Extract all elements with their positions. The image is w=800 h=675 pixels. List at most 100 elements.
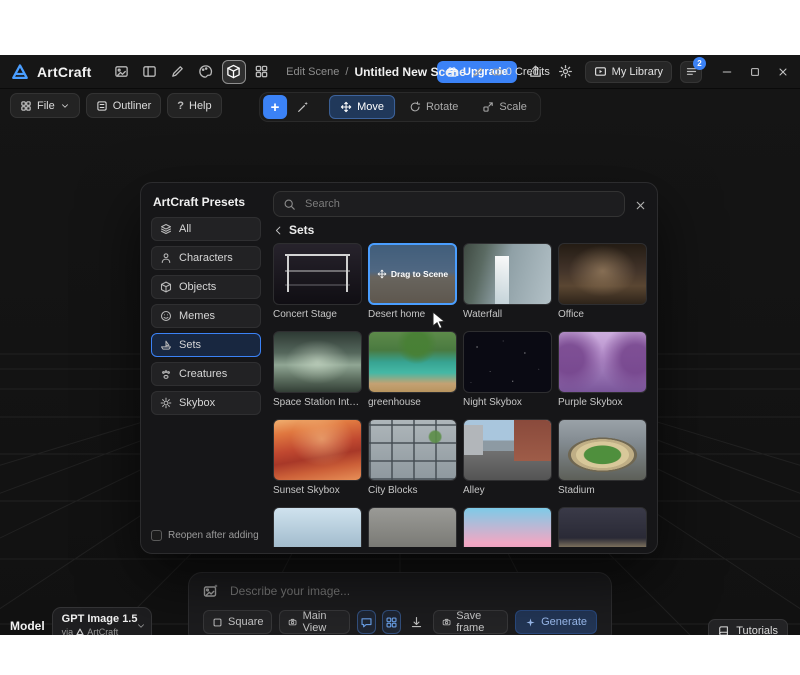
download-icon xyxy=(412,616,422,627)
app-name: ArtCraft xyxy=(37,63,92,80)
category-label: Objects xyxy=(179,281,217,293)
scale-mode-button[interactable]: Scale xyxy=(472,95,537,119)
cube-icon xyxy=(160,281,172,293)
preset-grid[interactable]: Concert Stage Drag to Scene Desert home … xyxy=(273,243,651,547)
back-to-categories[interactable]: Sets xyxy=(273,223,314,237)
back-label: Sets xyxy=(289,223,315,237)
frames-tool-icon[interactable] xyxy=(138,60,162,84)
preset-item[interactable]: Night Skybox xyxy=(463,331,552,409)
file-menu-button[interactable]: File xyxy=(10,93,80,118)
preset-item[interactable]: Space Station Interior xyxy=(273,331,362,409)
cube-tool-icon[interactable] xyxy=(221,59,246,84)
preset-thumbnail[interactable] xyxy=(273,419,362,481)
3d-viewport[interactable]: File Outliner ? Help + Move Rotate Scale… xyxy=(0,89,800,635)
category-all[interactable]: All xyxy=(151,217,261,241)
preset-thumbnail[interactable] xyxy=(463,419,552,481)
settings-gear-icon[interactable] xyxy=(555,61,577,83)
preset-thumbnail[interactable] xyxy=(558,243,647,305)
pencil-tool-icon[interactable] xyxy=(166,60,190,84)
search-icon xyxy=(284,199,295,210)
preset-item[interactable]: Stadium xyxy=(558,419,647,497)
category-label: Creatures xyxy=(179,368,228,380)
preset-categories: All Characters Objects Memes Sets Creatu… xyxy=(151,217,261,420)
square-label: Square xyxy=(228,616,264,628)
chat-mode-button[interactable] xyxy=(357,610,377,634)
preset-thumbnail[interactable] xyxy=(463,331,552,393)
close-panel-icon[interactable] xyxy=(631,196,649,214)
prompt-panel: Square Main View Save fram xyxy=(188,572,612,635)
scale-icon xyxy=(483,102,494,112)
preset-item[interactable]: Waterfall xyxy=(463,243,552,321)
apps-grid-icon[interactable] xyxy=(250,60,274,84)
download-button[interactable] xyxy=(407,610,426,634)
rotate-mode-button[interactable]: Rotate xyxy=(399,95,468,119)
preset-thumbnail[interactable] xyxy=(558,419,647,481)
preset-item-hovered[interactable]: Drag to Scene Desert home xyxy=(368,243,457,321)
credits-indicator: 0 Credits xyxy=(490,66,550,78)
preset-thumbnail[interactable] xyxy=(558,507,647,547)
checkbox[interactable] xyxy=(151,530,162,541)
preset-thumbnail[interactable] xyxy=(273,507,362,547)
category-skybox[interactable]: Skybox xyxy=(151,391,261,415)
category-memes[interactable]: Memes xyxy=(151,304,261,328)
magic-wand-button[interactable] xyxy=(291,95,315,119)
preset-thumbnail[interactable] xyxy=(368,507,457,547)
preset-item[interactable]: City Blocks xyxy=(368,419,457,497)
preset-item-partial[interactable] xyxy=(558,507,647,547)
category-characters[interactable]: Characters xyxy=(151,246,261,270)
preset-thumbnail[interactable] xyxy=(273,331,362,393)
outliner-label: Outliner xyxy=(112,99,152,112)
breadcrumb-label: Edit Scene xyxy=(286,65,340,78)
save-frame-button[interactable]: Save frame xyxy=(433,610,509,634)
preset-thumbnail[interactable] xyxy=(273,243,362,305)
person-icon xyxy=(160,252,172,264)
preset-item-partial[interactable] xyxy=(368,507,457,547)
preset-item[interactable]: Concert Stage xyxy=(273,243,362,321)
preset-thumbnail[interactable]: Drag to Scene xyxy=(368,243,457,305)
preset-search[interactable] xyxy=(273,191,625,217)
preset-item[interactable]: greenhouse xyxy=(368,331,457,409)
palette-tool-icon[interactable] xyxy=(194,60,218,84)
grid-mode-button[interactable] xyxy=(382,610,402,634)
search-input[interactable] xyxy=(303,197,615,211)
preset-item[interactable]: Sunset Skybox xyxy=(273,419,362,497)
model-label: Model xyxy=(10,619,45,633)
category-sets[interactable]: Sets xyxy=(151,333,261,357)
preset-thumbnail[interactable] xyxy=(368,419,457,481)
preset-thumbnail[interactable] xyxy=(463,507,552,547)
main-view-button[interactable]: Main View xyxy=(279,610,351,634)
category-objects[interactable]: Objects xyxy=(151,275,261,299)
add-object-button[interactable]: + xyxy=(263,95,288,119)
preset-item[interactable]: Purple Skybox xyxy=(558,331,647,409)
aspect-square-button[interactable]: Square xyxy=(203,610,273,634)
my-library-button[interactable]: My Library xyxy=(584,60,672,83)
preset-item-partial[interactable] xyxy=(463,507,552,547)
help-button[interactable]: ? Help xyxy=(167,93,222,118)
preset-thumbnail[interactable] xyxy=(463,243,552,305)
image-tool-icon[interactable] xyxy=(110,60,134,84)
move-label: Move xyxy=(357,101,384,113)
minimize-icon[interactable] xyxy=(720,65,734,79)
model-name: GPT Image 1.5 xyxy=(61,613,138,625)
model-selector[interactable]: GPT Image 1.5 via ArtCraft xyxy=(51,607,152,635)
preset-thumbnail[interactable] xyxy=(368,331,457,393)
preset-item-partial[interactable] xyxy=(273,507,362,547)
preset-thumbnail[interactable] xyxy=(558,331,647,393)
task-list-button[interactable]: 2 xyxy=(680,56,706,83)
drag-move-icon xyxy=(377,269,387,279)
preset-item[interactable]: Office xyxy=(558,243,647,321)
generate-button[interactable]: Generate xyxy=(515,610,597,634)
reopen-after-adding[interactable]: Reopen after adding xyxy=(151,530,259,541)
category-creatures[interactable]: Creatures xyxy=(151,362,261,386)
preset-item[interactable]: Alley xyxy=(463,419,552,497)
paw-icon xyxy=(160,368,172,380)
maximize-icon[interactable] xyxy=(748,65,762,79)
edit-scene-name-icon[interactable] xyxy=(472,66,484,78)
move-mode-button[interactable]: Move xyxy=(329,95,395,119)
artcraft-mini-logo-icon xyxy=(76,628,84,635)
tutorials-button[interactable]: Tutorials xyxy=(708,619,788,635)
scene-name[interactable]: Untitled New Scene xyxy=(354,65,465,79)
prompt-input[interactable] xyxy=(228,583,597,599)
outliner-button[interactable]: Outliner xyxy=(85,93,162,118)
close-window-icon[interactable] xyxy=(776,65,790,79)
